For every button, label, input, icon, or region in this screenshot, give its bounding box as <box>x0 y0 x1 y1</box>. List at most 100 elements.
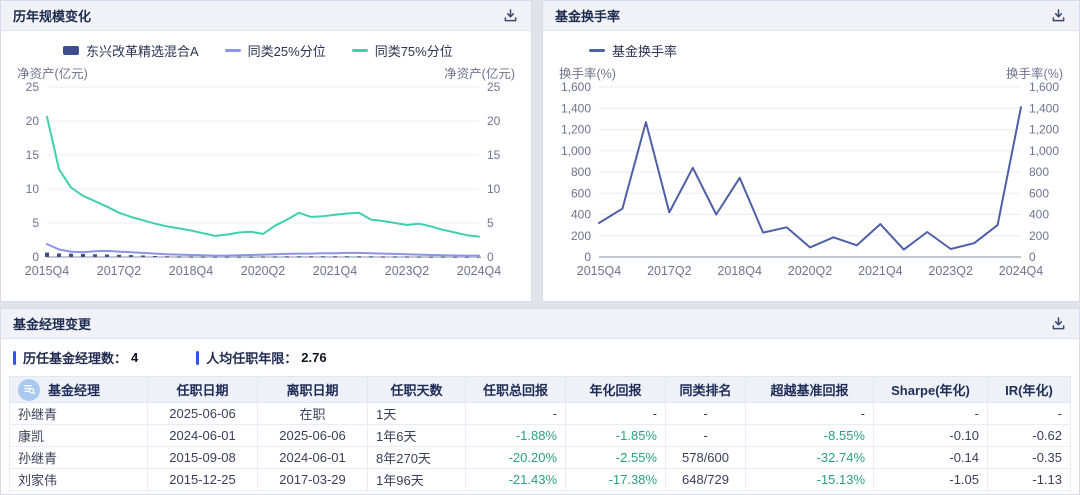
column-header-0: 基金经理 <box>10 377 148 403</box>
table-cell: - <box>874 403 988 425</box>
svg-text:1,400: 1,400 <box>561 101 591 115</box>
y-axis-name-right: 换手率(%) <box>1006 63 1063 82</box>
column-header-7: 超越基准回报 <box>746 377 874 403</box>
svg-text:200: 200 <box>1029 229 1049 243</box>
column-header-5: 年化回报 <box>566 377 666 403</box>
svg-text:20: 20 <box>487 114 501 128</box>
svg-text:2017Q2: 2017Q2 <box>97 264 142 278</box>
svg-text:800: 800 <box>1029 165 1049 179</box>
legend-item-2[interactable]: 同类75%分位 <box>352 41 453 60</box>
table-cell: 康凯 <box>10 425 148 447</box>
svg-text:2015Q4: 2015Q4 <box>25 264 70 278</box>
legend-label: 同类25%分位 <box>248 41 326 60</box>
svg-text:15: 15 <box>26 148 40 162</box>
table-cell: 578/600 <box>666 447 746 469</box>
list-search-icon <box>18 379 40 401</box>
stat-manager-count: 历任基金经理数： 4 <box>13 348 138 367</box>
download-icon <box>1051 316 1066 331</box>
stat-marker <box>196 351 199 365</box>
table-cell: -17.38% <box>566 469 666 491</box>
table-cell: - <box>746 403 874 425</box>
stat-avg-tenure: 人均任职年限： 2.76 <box>196 348 326 367</box>
column-header-1: 任职日期 <box>148 377 258 403</box>
svg-text:1,000: 1,000 <box>561 144 591 158</box>
top-row: 历年规模变化 东兴改革精选混合A同类25%分位同类75%分位 净资产(亿元) 净… <box>0 0 1080 302</box>
manager-table: 基金经理任职日期离职日期任职天数任职总回报年化回报同类排名超越基准回报Sharp… <box>9 376 1071 491</box>
legend-swatch <box>589 49 605 52</box>
table-cell: -20.20% <box>466 447 566 469</box>
table-cell: 1天 <box>368 403 466 425</box>
turnover-panel-header: 基金换手率 <box>543 1 1079 31</box>
table-cell: 2015-12-25 <box>148 469 258 491</box>
legend-label: 同类75%分位 <box>375 41 453 60</box>
svg-text:0: 0 <box>487 250 494 264</box>
svg-text:2023Q2: 2023Q2 <box>385 264 430 278</box>
svg-text:10: 10 <box>487 182 501 196</box>
svg-text:25: 25 <box>26 81 40 94</box>
table-cell: -1.13 <box>988 469 1071 491</box>
svg-text:1,600: 1,600 <box>561 81 591 94</box>
column-header-9: IR(年化) <box>988 377 1071 403</box>
svg-text:25: 25 <box>487 81 501 94</box>
table-cell: 2024-06-01 <box>148 425 258 447</box>
table-cell: - <box>466 403 566 425</box>
table-row: 孙继青2025-06-06在职1天------ <box>10 403 1071 425</box>
table-cell: - <box>666 403 746 425</box>
legend-label: 基金换手率 <box>612 41 677 60</box>
legend-swatch <box>352 49 368 52</box>
table-cell: -15.13% <box>746 469 874 491</box>
table-cell: -1.85% <box>566 425 666 447</box>
scale-chart-legend: 东兴改革精选混合A 同类25%分位 同类75%分位 <box>1 37 531 63</box>
scale-panel-title: 历年规模变化 <box>13 6 91 25</box>
column-header-3: 任职天数 <box>368 377 466 403</box>
table-cell: 2024-06-01 <box>258 447 368 469</box>
managers-panel: 基金经理变更 历任基金经理数： 4 人均任职年限： 2.76 基金经理任职日期离… <box>0 308 1080 495</box>
table-cell: - <box>988 403 1071 425</box>
svg-text:200: 200 <box>571 229 591 243</box>
table-cell: 1年96天 <box>368 469 466 491</box>
download-button[interactable] <box>501 7 519 25</box>
table-row: 孙继青2015-09-082024-06-018年270天-20.20%-2.5… <box>10 447 1071 469</box>
svg-text:2021Q4: 2021Q4 <box>313 264 358 278</box>
svg-text:600: 600 <box>571 186 591 200</box>
download-button[interactable] <box>1049 7 1067 25</box>
legend-item-0[interactable]: 东兴改革精选混合A <box>63 41 199 60</box>
svg-text:1,600: 1,600 <box>1029 81 1059 94</box>
svg-text:10: 10 <box>26 182 40 196</box>
svg-text:800: 800 <box>571 165 591 179</box>
svg-text:400: 400 <box>1029 208 1049 222</box>
table-cell: -21.43% <box>466 469 566 491</box>
table-cell: 孙继青 <box>10 403 148 425</box>
table-cell: -0.62 <box>988 425 1071 447</box>
table-cell: 孙继青 <box>10 447 148 469</box>
svg-text:2024Q4: 2024Q4 <box>457 264 502 278</box>
scale-chart-canvas[interactable]: 005510101515202025252015Q42017Q22018Q420… <box>1 81 529 281</box>
column-header-6: 同类排名 <box>666 377 746 403</box>
turnover-chart-canvas[interactable]: 002002004004006006008008001,0001,0001,20… <box>543 81 1077 281</box>
svg-text:1,400: 1,400 <box>1029 101 1059 115</box>
table-cell: - <box>566 403 666 425</box>
table-cell: 2015-09-08 <box>148 447 258 469</box>
column-header-8: Sharpe(年化) <box>874 377 988 403</box>
managers-panel-title: 基金经理变更 <box>13 314 91 333</box>
table-cell: 8年270天 <box>368 447 466 469</box>
table-cell: -8.55% <box>746 425 874 447</box>
table-cell: -1.88% <box>466 425 566 447</box>
table-cell: - <box>666 425 746 447</box>
legend-item-1[interactable]: 同类25%分位 <box>225 41 326 60</box>
download-button[interactable] <box>1049 315 1067 333</box>
turnover-panel: 基金换手率 基金换手率 换手率(%) 换手率(%) 00200200400400… <box>542 0 1080 302</box>
svg-text:600: 600 <box>1029 186 1049 200</box>
svg-text:0: 0 <box>1029 250 1036 264</box>
table-cell: 2025-06-06 <box>148 403 258 425</box>
table-cell: 1年6天 <box>368 425 466 447</box>
legend-swatch <box>63 46 79 55</box>
table-cell: -2.55% <box>566 447 666 469</box>
legend-item-0[interactable]: 基金换手率 <box>589 41 677 60</box>
table-row: 刘家伟2015-12-252017-03-291年96天-21.43%-17.3… <box>10 469 1071 491</box>
svg-text:2020Q2: 2020Q2 <box>241 264 286 278</box>
scale-panel-header: 历年规模变化 <box>1 1 531 31</box>
download-icon <box>1051 8 1066 23</box>
column-header-2: 离职日期 <box>258 377 368 403</box>
legend-label: 东兴改革精选混合A <box>86 41 199 60</box>
